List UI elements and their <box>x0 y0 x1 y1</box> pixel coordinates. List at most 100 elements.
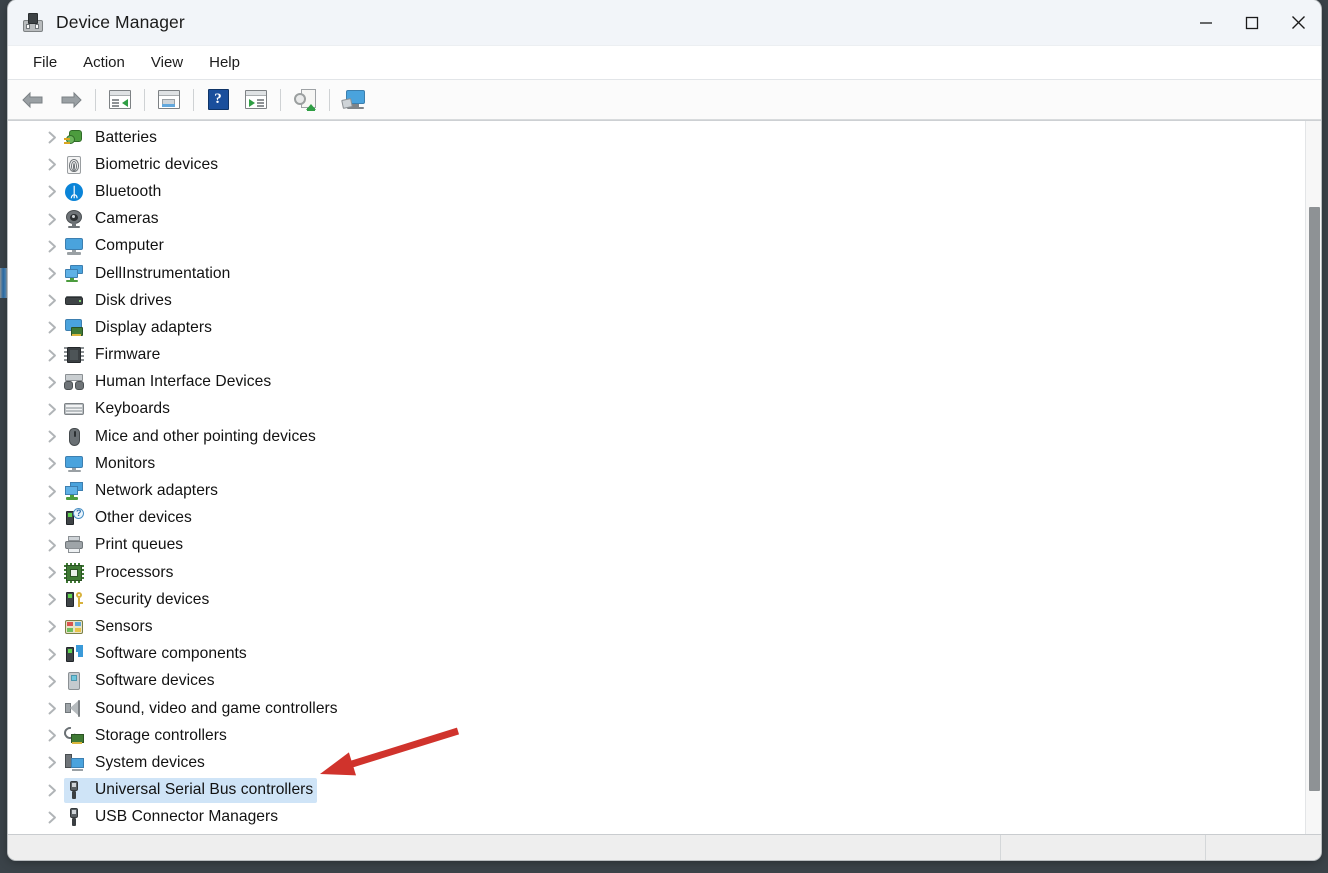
chevron-right-icon[interactable] <box>46 430 59 443</box>
menu-bar: File Action View Help <box>8 46 1321 80</box>
tree-item[interactable]: Print queues <box>8 532 1305 559</box>
chevron-right-icon[interactable] <box>46 294 59 307</box>
chevron-right-icon[interactable] <box>46 566 59 579</box>
minimize-button[interactable] <box>1183 0 1229 46</box>
chevron-right-icon[interactable] <box>46 620 59 633</box>
tree-item[interactable]: Keyboards <box>8 396 1305 423</box>
tree-item[interactable]: Cameras <box>8 206 1305 233</box>
network-computers-icon <box>64 264 84 284</box>
tree-item[interactable]: Biometric devices <box>8 151 1305 178</box>
tree-item-label: DellInstrumentation <box>95 264 231 282</box>
tree-item[interactable]: Software devices <box>8 668 1305 695</box>
computer-icon <box>64 236 84 256</box>
help-icon[interactable]: ? <box>199 84 237 116</box>
maximize-button[interactable] <box>1229 0 1275 46</box>
tree-item-label: Sensors <box>95 617 153 635</box>
tree-item-label: Disk drives <box>95 291 172 309</box>
chevron-right-icon[interactable] <box>46 376 59 389</box>
tree-item[interactable]: Disk drives <box>8 287 1305 314</box>
chevron-right-icon[interactable] <box>46 403 59 416</box>
display-devices-icon[interactable] <box>335 84 373 116</box>
chevron-right-icon[interactable] <box>46 593 59 606</box>
chevron-right-icon[interactable] <box>46 756 59 769</box>
vertical-scrollbar[interactable] <box>1305 121 1321 834</box>
tree-item[interactable]: Monitors <box>8 450 1305 477</box>
chevron-right-icon[interactable] <box>46 158 59 171</box>
tree-item[interactable]: Display adapters <box>8 314 1305 341</box>
tree-item[interactable]: ? Other devices <box>8 505 1305 532</box>
chevron-right-icon[interactable] <box>46 811 59 824</box>
tree-item[interactable]: System devices <box>8 749 1305 776</box>
chevron-right-icon[interactable] <box>46 729 59 742</box>
chevron-right-icon[interactable] <box>46 457 59 470</box>
show-hide-console-tree-icon[interactable] <box>101 84 139 116</box>
usb-icon <box>64 807 84 827</box>
back-arrow-icon[interactable] <box>14 84 52 116</box>
tree-item[interactable]: Processors <box>8 559 1305 586</box>
tree-item[interactable]: Computer <box>8 233 1305 260</box>
tree-item[interactable]: Batteries <box>8 124 1305 151</box>
tree-item[interactable]: Universal Serial Bus controllers <box>8 777 1305 804</box>
mouse-icon <box>64 427 84 447</box>
tree-item-label: Network adapters <box>95 482 219 500</box>
menu-item-file[interactable]: File <box>20 50 70 75</box>
chevron-right-icon[interactable] <box>46 321 59 334</box>
chevron-right-icon[interactable] <box>46 349 59 362</box>
tree-item[interactable]: USB Connector Managers <box>8 804 1305 831</box>
tree-item[interactable]: Firmware <box>8 342 1305 369</box>
menu-item-view[interactable]: View <box>138 50 196 75</box>
tree-item-label: Batteries <box>95 128 157 146</box>
chevron-right-icon[interactable] <box>46 784 59 797</box>
sensors-icon <box>64 617 84 637</box>
network-adapter-icon <box>64 481 84 501</box>
menu-item-help[interactable]: Help <box>196 50 253 75</box>
chevron-right-icon[interactable] <box>46 512 59 525</box>
usb-icon <box>64 780 84 800</box>
forward-arrow-icon[interactable] <box>52 84 90 116</box>
security-key-icon <box>64 590 84 610</box>
menu-item-action[interactable]: Action <box>70 50 138 75</box>
chevron-right-icon[interactable] <box>46 539 59 552</box>
tree-item[interactable]: Storage controllers <box>8 722 1305 749</box>
tree-item[interactable]: ᛦ Bluetooth <box>8 178 1305 205</box>
battery-icon <box>64 128 84 148</box>
close-button[interactable] <box>1275 0 1321 46</box>
tree-item[interactable]: Security devices <box>8 586 1305 613</box>
toolbar-separator <box>329 88 330 111</box>
scrollbar-thumb[interactable] <box>1309 207 1320 791</box>
tree-item-label: Display adapters <box>95 318 212 336</box>
update-driver-icon[interactable] <box>286 84 324 116</box>
chevron-right-icon[interactable] <box>46 185 59 198</box>
processor-icon <box>64 562 84 583</box>
tree-item[interactable]: Software components <box>8 641 1305 668</box>
keyboard-icon <box>64 399 84 419</box>
scan-for-hardware-changes-icon[interactable] <box>237 84 275 116</box>
toolbar-separator <box>280 88 281 111</box>
tree-item-label: Storage controllers <box>95 726 227 744</box>
fingerprint-icon <box>64 155 84 175</box>
tree-item-label: Universal Serial Bus controllers <box>95 781 314 799</box>
properties-icon[interactable] <box>150 84 188 116</box>
tree-item[interactable]: Sensors <box>8 613 1305 640</box>
software-device-icon <box>64 671 84 691</box>
tree-item-label: Software components <box>95 645 247 663</box>
tree-item[interactable]: Human Interface Devices <box>8 369 1305 396</box>
tree-item-label: USB Connector Managers <box>95 808 279 826</box>
tree-item[interactable]: Sound, video and game controllers <box>8 695 1305 722</box>
toolbar: ? <box>8 80 1321 120</box>
chevron-right-icon[interactable] <box>46 131 59 144</box>
chevron-right-icon[interactable] <box>46 213 59 226</box>
chevron-right-icon[interactable] <box>46 702 59 715</box>
tree-item[interactable]: Mice and other pointing devices <box>8 423 1305 450</box>
chevron-right-icon[interactable] <box>46 675 59 688</box>
tree-item-label: Bluetooth <box>95 182 162 200</box>
tree-item-label: Human Interface Devices <box>95 373 272 391</box>
system-device-icon <box>64 753 84 773</box>
chevron-right-icon[interactable] <box>46 485 59 498</box>
chevron-right-icon[interactable] <box>46 267 59 280</box>
chevron-right-icon[interactable] <box>46 648 59 661</box>
chevron-right-icon[interactable] <box>46 240 59 253</box>
tree-item[interactable]: Network adapters <box>8 477 1305 504</box>
tree-item-label: Software devices <box>95 672 215 690</box>
tree-item[interactable]: DellInstrumentation <box>8 260 1305 287</box>
